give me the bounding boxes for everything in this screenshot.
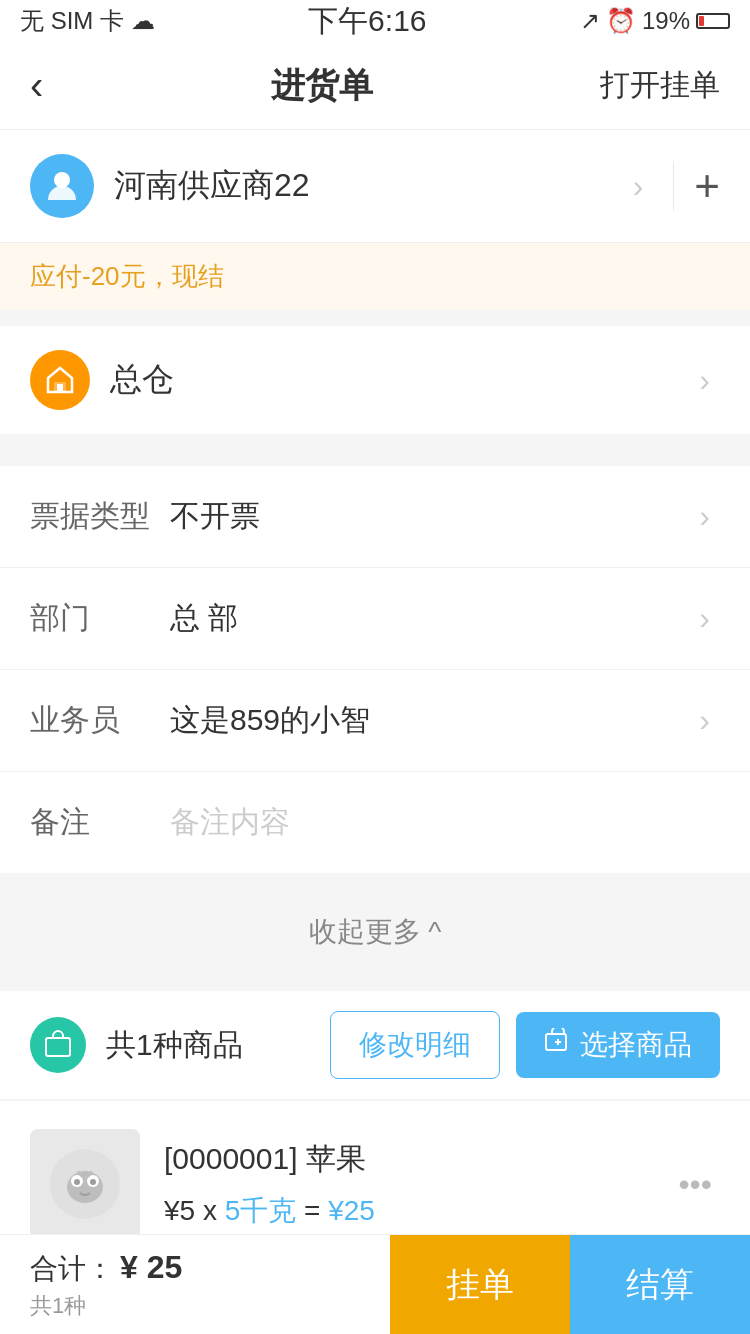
svg-rect-2 xyxy=(57,384,63,392)
form-row-salesperson[interactable]: 业务员 这是859的小智 › xyxy=(0,670,750,772)
form-row-invoice[interactable]: 票据类型 不开票 › xyxy=(0,466,750,568)
product-more-button[interactable]: ••• xyxy=(670,1166,720,1203)
back-button[interactable]: ‹ xyxy=(30,63,43,108)
notice-row: 应付-20元，现结 xyxy=(0,243,750,310)
svg-point-8 xyxy=(67,1171,103,1203)
page-title: 进货单 xyxy=(271,63,373,109)
svg-point-12 xyxy=(90,1179,96,1185)
pending-button[interactable]: 挂单 xyxy=(390,1235,570,1335)
warehouse-card[interactable]: 总仓 › xyxy=(0,326,750,434)
invoice-label: 票据类型 xyxy=(30,496,170,537)
sim-label: 无 SIM 卡 ☁ xyxy=(20,5,155,37)
product-info: [0000001] 苹果 ¥5 x 5千克 = ¥25 xyxy=(164,1139,670,1230)
salesperson-chevron-icon: › xyxy=(699,702,710,739)
supplier-row[interactable]: 河南供应商22 › + xyxy=(0,130,750,243)
svg-point-0 xyxy=(54,172,70,188)
content: 河南供应商22 › + 应付-20元，现结 总仓 › 票据类型 不开票 › 部门… xyxy=(0,130,750,1334)
battery-icon xyxy=(696,13,730,29)
warehouse-row[interactable]: 总仓 › xyxy=(0,326,750,434)
total-amount: ¥ 25 xyxy=(120,1249,182,1286)
total-section: 合计： ¥ 25 共1种 xyxy=(0,1249,390,1321)
open-pending-button[interactable]: 打开挂单 xyxy=(600,65,720,106)
remark-input[interactable]: 备注内容 xyxy=(170,802,720,843)
supplier-name: 河南供应商22 xyxy=(114,164,633,208)
supplier-card: 河南供应商22 › + 应付-20元，现结 xyxy=(0,130,750,310)
select-product-button[interactable]: 选择商品 xyxy=(516,1012,720,1078)
status-bar: 无 SIM 卡 ☁ 下午6:16 ↗ ⏰ 19% xyxy=(0,0,750,42)
supplier-chevron-icon: › xyxy=(633,168,644,205)
warehouse-icon xyxy=(30,350,90,410)
status-right: ↗ ⏰ 19% xyxy=(580,7,730,35)
bottom-bar: 合计： ¥ 25 共1种 挂单 结算 xyxy=(0,1234,750,1334)
salesperson-label: 业务员 xyxy=(30,700,170,741)
location-icon: ↗ xyxy=(580,7,600,35)
dept-value: 总 部 xyxy=(170,598,699,639)
collapse-button[interactable]: 收起更多 ^ xyxy=(0,889,750,975)
add-supplier-button[interactable]: + xyxy=(694,161,720,211)
checkout-button[interactable]: 结算 xyxy=(570,1235,750,1335)
invoice-chevron-icon: › xyxy=(699,498,710,535)
product-count-label: 共1种商品 xyxy=(106,1025,330,1066)
svg-rect-3 xyxy=(46,1038,70,1056)
status-time: 下午6:16 xyxy=(308,1,426,42)
edit-detail-button[interactable]: 修改明细 xyxy=(330,1011,500,1079)
warehouse-chevron-icon: › xyxy=(699,362,710,399)
collapse-label: 收起更多 ^ xyxy=(309,913,442,951)
invoice-value: 不开票 xyxy=(170,496,699,537)
svg-point-11 xyxy=(74,1179,80,1185)
battery-label: 19% xyxy=(642,7,690,35)
total-count: 共1种 xyxy=(30,1293,86,1318)
product-price: ¥5 x 5千克 = ¥25 xyxy=(164,1192,670,1230)
salesperson-value: 这是859的小智 xyxy=(170,700,699,741)
remark-label: 备注 xyxy=(30,802,170,843)
product-section-icon xyxy=(30,1017,86,1073)
warehouse-name: 总仓 xyxy=(110,358,699,402)
form-row-remark[interactable]: 备注 备注内容 xyxy=(0,772,750,873)
cart-icon xyxy=(544,1028,572,1063)
dept-label: 部门 xyxy=(30,598,170,639)
supplier-avatar xyxy=(30,154,94,218)
nav-bar: ‹ 进货单 打开挂单 xyxy=(0,42,750,130)
alarm-icon: ⏰ xyxy=(606,7,636,35)
product-header: 共1种商品 修改明细 选择商品 xyxy=(0,991,750,1099)
dept-chevron-icon: › xyxy=(699,600,710,637)
vertical-divider xyxy=(673,161,674,211)
status-left: 无 SIM 卡 ☁ xyxy=(20,5,155,37)
product-thumbnail xyxy=(30,1129,140,1239)
product-name: [0000001] 苹果 xyxy=(164,1139,670,1180)
form-card: 票据类型 不开票 › 部门 总 部 › 业务员 这是859的小智 › 备注 备注… xyxy=(0,466,750,873)
form-row-dept[interactable]: 部门 总 部 › xyxy=(0,568,750,670)
select-product-label: 选择商品 xyxy=(580,1026,692,1064)
total-label: 合计： xyxy=(30,1250,114,1288)
